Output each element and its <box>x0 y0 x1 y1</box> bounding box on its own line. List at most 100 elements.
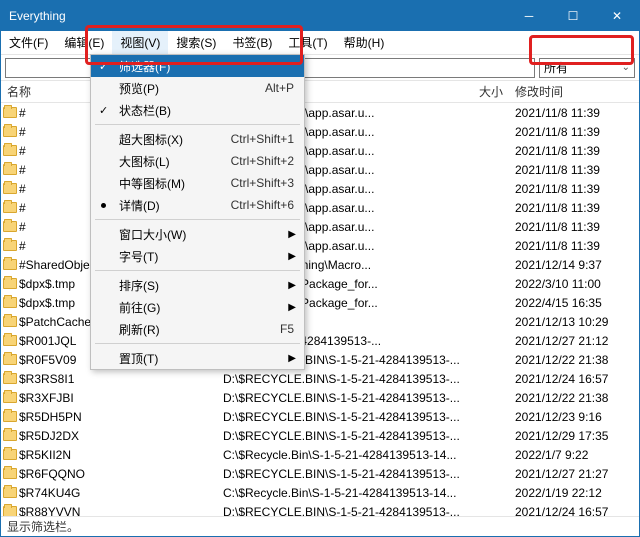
menu-dropdown-item[interactable]: 刷新(R) F5 <box>91 318 304 340</box>
menu-dropdown-item[interactable]: 超大图标(X) Ctrl+Shift+1 <box>91 128 304 150</box>
menu-item[interactable]: 工具(T) <box>280 31 335 54</box>
submenu-arrow-icon: ▶ <box>288 353 296 364</box>
folder-icon <box>1 164 19 175</box>
folder-icon <box>1 278 19 289</box>
menu-dropdown-item[interactable]: 预览(P)Alt+P <box>91 77 304 99</box>
folder-icon <box>1 221 19 232</box>
status-text: 显示筛选栏。 <box>7 518 79 535</box>
file-path: D:\$RECYCLE.BIN\S-1-5-21-4284139513-... <box>223 391 469 405</box>
menu-item[interactable]: 搜索(S) <box>168 31 224 54</box>
file-path: D:\$RECYCLE.BIN\S-1-5-21-4284139513-... <box>223 410 469 424</box>
folder-icon <box>1 259 19 270</box>
menu-dropdown-item[interactable]: 中等图标(M)Ctrl+Shift+3 <box>91 172 304 194</box>
file-date: 2021/11/8 11:39 <box>509 125 639 139</box>
folder-icon <box>1 411 19 422</box>
menu-item-label: 排序(S) <box>119 277 159 294</box>
file-name: $R5KII2N <box>19 448 223 462</box>
menu-item-label: 置顶(T) <box>119 350 158 367</box>
table-row[interactable]: $R3XFJBID:\$RECYCLE.BIN\S-1-5-21-4284139… <box>1 388 639 407</box>
file-path: C:\$Recycle.Bin\S-1-5-21-4284139513-14..… <box>223 486 469 500</box>
submenu-arrow-icon: ▶ <box>288 229 296 240</box>
menu-dropdown-item[interactable]: 排序(S)▶ <box>91 274 304 296</box>
filter-dropdown[interactable]: 所有 ⌄ <box>539 58 635 78</box>
file-date: 2021/12/22 21:38 <box>509 353 639 367</box>
file-date: 2021/12/27 21:27 <box>509 467 639 481</box>
maximize-button[interactable]: ☐ <box>551 1 595 31</box>
menu-dropdown-item[interactable]: 置顶(T) ▶ <box>91 347 304 369</box>
file-name: $R5DJ2DX <box>19 429 223 443</box>
menu-item-label: 超大图标(X) <box>119 131 183 148</box>
menu-dropdown-item[interactable]: 窗口大小(W) ▶ <box>91 223 304 245</box>
check-icon: ✓ <box>99 104 108 117</box>
menu-item[interactable]: 书签(B) <box>224 31 280 54</box>
file-date: 2021/11/8 11:39 <box>509 163 639 177</box>
file-date: 2021/12/13 10:29 <box>509 315 639 329</box>
menu-item-label: 刷新(R) <box>119 321 160 338</box>
menu-item-label: 窗口大小(W) <box>119 226 186 243</box>
file-path: D:\$RECYCLE.BIN\S-1-5-21-4284139513-... <box>223 429 469 443</box>
table-row[interactable]: $R5DH5PND:\$RECYCLE.BIN\S-1-5-21-4284139… <box>1 407 639 426</box>
file-date: 2021/11/8 11:39 <box>509 220 639 234</box>
menu-item[interactable]: 视图(V) <box>112 31 168 54</box>
folder-icon <box>1 487 19 498</box>
menu-dropdown-item[interactable]: ✓筛选器(F) <box>91 55 304 77</box>
menu-item-accel: F5 <box>280 322 294 336</box>
file-date: 2021/11/8 11:39 <box>509 144 639 158</box>
menu-item-label: 详情(D) <box>119 197 160 214</box>
file-path: D:\$RECYCLE.BIN\S-1-5-21-4284139513-... <box>223 467 469 481</box>
menu-dropdown-item[interactable]: 大图标(L)Ctrl+Shift+2 <box>91 150 304 172</box>
menu-item-accel: Ctrl+Shift+1 <box>231 132 294 146</box>
menubar: 文件(F)编辑(E)视图(V)搜索(S)书签(B)工具(T)帮助(H) <box>1 31 639 55</box>
file-name: $R88YVVN <box>19 505 223 517</box>
table-row[interactable]: $R88YVVND:\$RECYCLE.BIN\S-1-5-21-4284139… <box>1 502 639 516</box>
menu-item-label: 字号(T) <box>119 248 158 265</box>
menu-item-label: 前往(G) <box>119 299 160 316</box>
file-date: 2022/1/7 9:22 <box>509 448 639 462</box>
folder-icon <box>1 316 19 327</box>
menu-separator <box>95 270 300 271</box>
menu-dropdown-item[interactable]: 前往(G)▶ <box>91 296 304 318</box>
file-date: 2021/12/27 21:12 <box>509 334 639 348</box>
menu-item-accel: Ctrl+Shift+2 <box>231 154 294 168</box>
file-date: 2022/3/10 11:00 <box>509 277 639 291</box>
file-date: 2021/12/29 17:35 <box>509 429 639 443</box>
table-row[interactable]: $R74KU4GC:\$Recycle.Bin\S-1-5-21-4284139… <box>1 483 639 502</box>
file-path: D:\$RECYCLE.BIN\S-1-5-21-4284139513-... <box>223 372 469 386</box>
check-icon: ✓ <box>99 60 108 73</box>
table-row[interactable]: $R3RS8I1D:\$RECYCLE.BIN\S-1-5-21-4284139… <box>1 369 639 388</box>
file-name: $R74KU4G <box>19 486 223 500</box>
view-menu-dropdown[interactable]: ✓筛选器(F)预览(P)Alt+P✓状态栏(B) 超大图标(X) Ctrl+Shif… <box>90 54 305 370</box>
folder-icon <box>1 392 19 403</box>
menu-dropdown-item[interactable]: 字号(T)▶ <box>91 245 304 267</box>
folder-icon <box>1 202 19 213</box>
filter-value: 所有 <box>544 59 568 76</box>
file-name: $R3XFJBI <box>19 391 223 405</box>
folder-icon <box>1 126 19 137</box>
folder-icon <box>1 354 19 365</box>
file-date: 2021/11/8 11:39 <box>509 182 639 196</box>
menu-item[interactable]: 文件(F) <box>1 31 56 54</box>
folder-icon <box>1 335 19 346</box>
minimize-button[interactable]: ─ <box>507 1 551 31</box>
col-header-size[interactable]: 大小 <box>469 83 509 100</box>
file-date: 2021/11/8 11:39 <box>509 106 639 120</box>
menu-dropdown-item[interactable]: ✓状态栏(B) <box>91 99 304 121</box>
table-row[interactable]: $R5DJ2DXD:\$RECYCLE.BIN\S-1-5-21-4284139… <box>1 426 639 445</box>
file-date: 2021/11/8 11:39 <box>509 201 639 215</box>
menu-dropdown-item[interactable]: 详情(D) Ctrl+Shift+6 <box>91 194 304 216</box>
col-header-date[interactable]: 修改时间 <box>509 83 639 100</box>
chevron-down-icon: ⌄ <box>622 62 630 73</box>
menu-item-accel: Ctrl+Shift+6 <box>231 198 294 212</box>
table-row[interactable]: $R5KII2NC:\$Recycle.Bin\S-1-5-21-4284139… <box>1 445 639 464</box>
titlebar[interactable]: Everything ─ ☐ ✕ <box>1 1 639 31</box>
menu-item[interactable]: 编辑(E) <box>56 31 112 54</box>
menu-separator <box>95 124 300 125</box>
file-date: 2022/1/19 22:12 <box>509 486 639 500</box>
menu-item[interactable]: 帮助(H) <box>336 31 393 54</box>
folder-icon <box>1 430 19 441</box>
file-path: C:\$Recycle.Bin\S-1-5-21-4284139513-14..… <box>223 448 469 462</box>
table-row[interactable]: $R6FQQNOD:\$RECYCLE.BIN\S-1-5-21-4284139… <box>1 464 639 483</box>
close-button[interactable]: ✕ <box>595 1 639 31</box>
folder-icon <box>1 240 19 251</box>
file-date: 2021/12/22 21:38 <box>509 391 639 405</box>
